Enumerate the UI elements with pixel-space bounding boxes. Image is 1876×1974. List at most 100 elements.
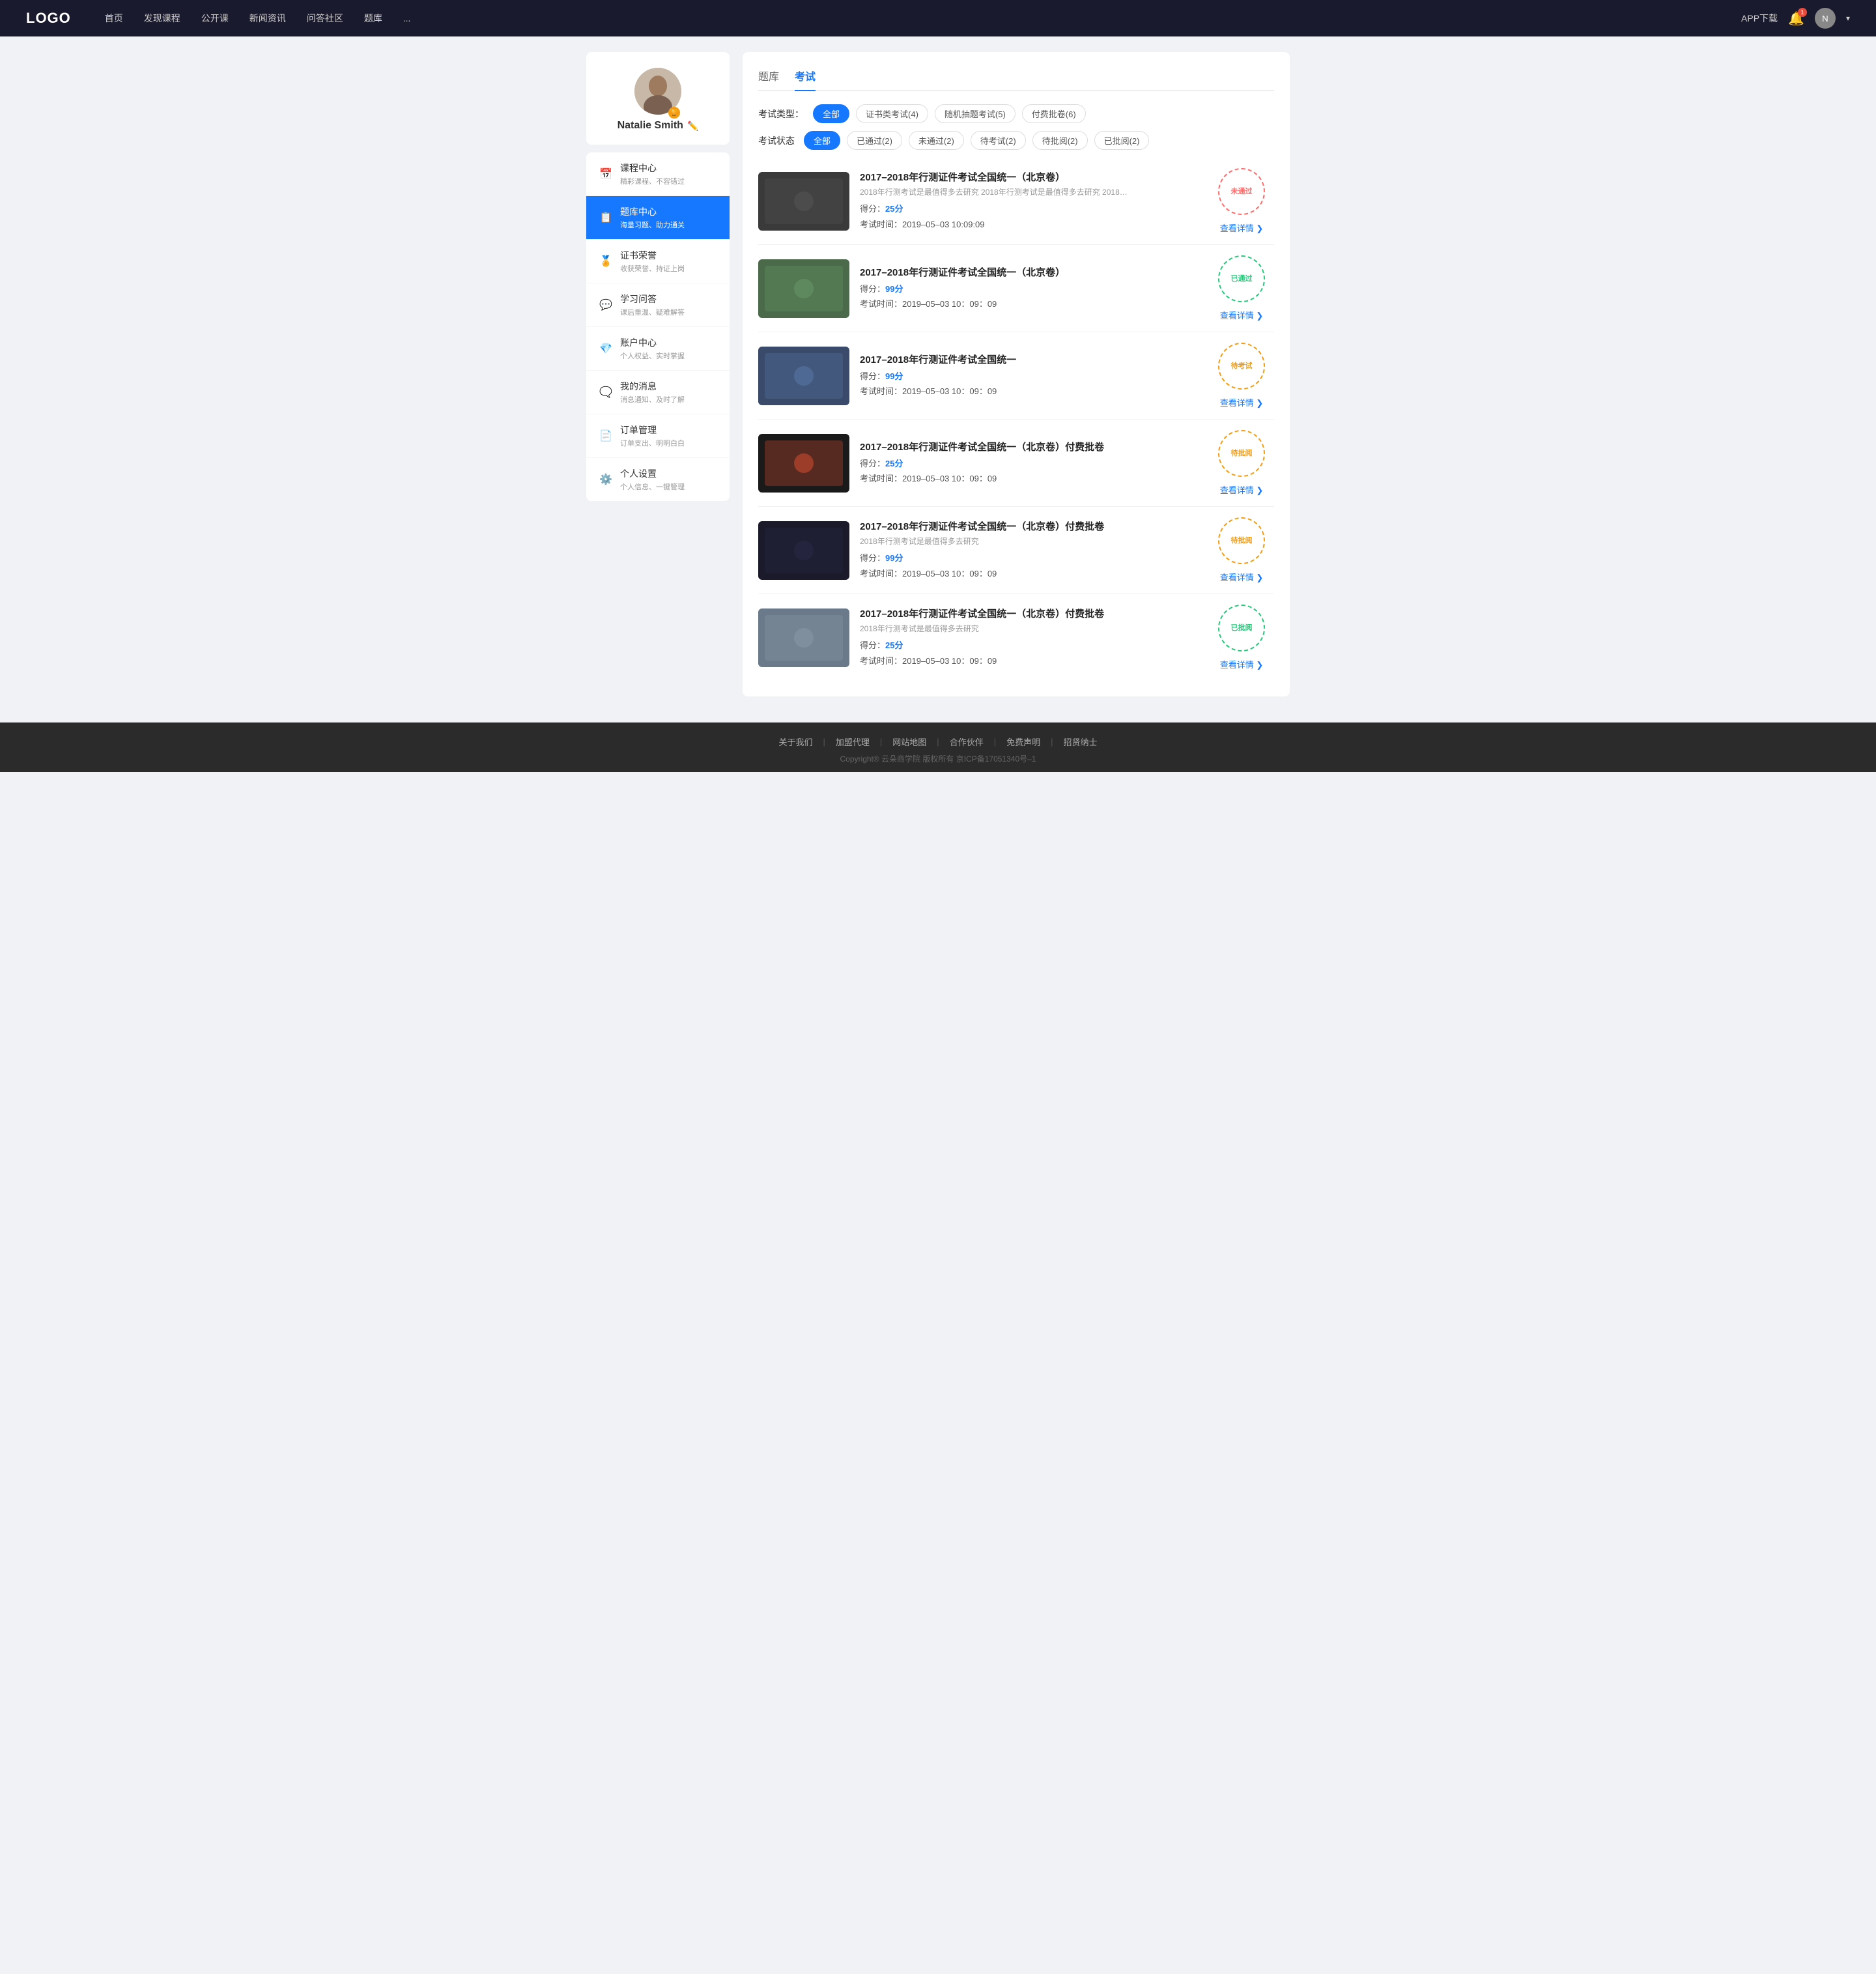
- nav-news[interactable]: 新闻资讯: [249, 12, 286, 25]
- sidebar-item-7[interactable]: ⚙️ 个人设置 个人信息、一键管理: [586, 458, 730, 501]
- notification-bell[interactable]: 🔔 1: [1788, 10, 1804, 27]
- sidebar-item-1[interactable]: 📋 题库中心 海量习题、助力通关: [586, 196, 730, 240]
- user-badge: 🏆: [668, 107, 680, 119]
- menu-sub-7: 个人信息、一键管理: [620, 481, 685, 492]
- nav-more[interactable]: ...: [403, 13, 411, 23]
- status-filter-4[interactable]: 待批阅(2): [1032, 131, 1088, 150]
- footer-link-5[interactable]: 招贤纳士: [1064, 736, 1098, 748]
- type-filter-2[interactable]: 随机抽题考试(5): [935, 104, 1016, 123]
- exam-info: 2017–2018年行测证件考试全国统一（北京卷） 得分：99分 考试时间：20…: [860, 265, 1199, 312]
- exam-detail-link[interactable]: 查看详情 ❯: [1220, 483, 1264, 496]
- sidebar-item-6[interactable]: 📄 订单管理 订单支出、明明白白: [586, 414, 730, 458]
- exam-list: 2017–2018年行测证件考试全国统一（北京卷） 2018年行测考试是最值得多…: [758, 158, 1274, 681]
- menu-sub-2: 收获荣誉、持证上岗: [620, 263, 685, 274]
- exam-stamp: 待批阅: [1218, 430, 1265, 477]
- footer-sep-0: |: [823, 737, 825, 747]
- menu-title-4: 账户中心: [620, 336, 685, 349]
- type-filter-0[interactable]: 全部: [813, 104, 849, 123]
- footer-link-1[interactable]: 加盟代理: [836, 736, 870, 748]
- exam-title: 2017–2018年行测证件考试全国统一（北京卷）付费批卷: [860, 440, 1199, 453]
- menu-title-2: 证书荣誉: [620, 249, 685, 262]
- user-menu-arrow[interactable]: ▾: [1846, 14, 1850, 23]
- menu-icon-1: 📋: [599, 211, 612, 224]
- exam-info: 2017–2018年行测证件考试全国统一（北京卷） 2018年行测考试是最值得多…: [860, 170, 1199, 232]
- logo: LOGO: [26, 10, 71, 27]
- exam-score-value: 99分: [885, 371, 903, 381]
- footer-link-2[interactable]: 网站地图: [892, 736, 926, 748]
- thumb-image: [758, 172, 849, 231]
- tab-考试[interactable]: 考试: [795, 68, 816, 90]
- app-download-button[interactable]: APP下载: [1741, 12, 1778, 25]
- nav-home[interactable]: 首页: [105, 12, 123, 25]
- navigation: LOGO 首页 发现课程 公开课 新闻资讯 问答社区 题库 ... APP下载 …: [0, 0, 1876, 36]
- exam-thumbnail: [758, 172, 849, 231]
- sidebar-item-5[interactable]: 🗨️ 我的消息 消息通知、及时了解: [586, 371, 730, 414]
- menu-sub-3: 课后重温、疑难解答: [620, 307, 685, 317]
- footer-sep-4: |: [1051, 737, 1053, 747]
- thumb-image: [758, 608, 849, 667]
- menu-icon-6: 📄: [599, 429, 612, 442]
- exam-score: 得分：25分: [860, 638, 1199, 653]
- thumb-image: [758, 434, 849, 493]
- nav-discover[interactable]: 发现课程: [144, 12, 180, 25]
- menu-sub-0: 精彩课程、不容错过: [620, 176, 685, 186]
- exam-score: 得分：99分: [860, 369, 1199, 384]
- exam-item-2: 2017–2018年行测证件考试全国统一（北京卷） 得分：99分 考试时间：20…: [758, 245, 1274, 332]
- menu-title-6: 订单管理: [620, 423, 685, 436]
- status-filter-2[interactable]: 未通过(2): [909, 131, 964, 150]
- footer-link-0[interactable]: 关于我们: [778, 736, 812, 748]
- type-filter-1[interactable]: 证书类考试(4): [856, 104, 928, 123]
- exam-desc: 2018年行测考试是最值得多去研究: [860, 623, 1133, 634]
- sidebar-item-3[interactable]: 💬 学习问答 课后重温、疑难解答: [586, 283, 730, 327]
- exam-score: 得分：99分: [860, 551, 1199, 565]
- exam-thumbnail: [758, 347, 849, 405]
- nav-qa[interactable]: 问答社区: [307, 12, 343, 25]
- exam-time: 考试时间：2019–05–03 10：09：09: [860, 566, 1199, 581]
- exam-detail-link[interactable]: 查看详情 ❯: [1220, 396, 1264, 408]
- exam-action: 待考试 查看详情 ❯: [1209, 343, 1274, 408]
- exam-detail-link[interactable]: 查看详情 ❯: [1220, 222, 1264, 234]
- copyright: Copyright® 云朵商学院 版权所有 京ICP备17051340号–1: [0, 753, 1876, 764]
- status-filter-0[interactable]: 全部: [804, 131, 840, 150]
- menu-icon-0: 📅: [599, 167, 612, 180]
- exam-info: 2017–2018年行测证件考试全国统一（北京卷）付费批卷 2018年行测考试是…: [860, 607, 1199, 668]
- exam-score: 得分：99分: [860, 281, 1199, 296]
- sidebar-item-2[interactable]: 🏅 证书荣誉 收获荣誉、持证上岗: [586, 240, 730, 283]
- menu-title-0: 课程中心: [620, 162, 685, 175]
- sidebar: 🏆 Natalie Smith ✏️ 📅 课程中心 精彩课程、不容错过 📋 题库…: [586, 52, 730, 696]
- footer-sep-2: |: [937, 737, 939, 747]
- exam-detail-link[interactable]: 查看详情 ❯: [1220, 571, 1264, 583]
- footer-link-3[interactable]: 合作伙伴: [950, 736, 984, 748]
- menu-sub-5: 消息通知、及时了解: [620, 394, 685, 405]
- exam-detail-link[interactable]: 查看详情 ❯: [1220, 658, 1264, 670]
- exam-stamp: 已批阅: [1218, 605, 1265, 651]
- status-filter-3[interactable]: 待考试(2): [971, 131, 1026, 150]
- type-filter-label: 考试类型：: [758, 107, 804, 121]
- nav-questionbank[interactable]: 题库: [364, 12, 382, 25]
- tab-题库[interactable]: 题库: [758, 68, 779, 90]
- status-filter-label: 考试状态: [758, 134, 795, 147]
- status-filter-1[interactable]: 已通过(2): [847, 131, 902, 150]
- menu-sub-4: 个人权益、实时掌握: [620, 350, 685, 361]
- footer-sep-3: |: [994, 737, 996, 747]
- footer-link-4[interactable]: 免费声明: [1006, 736, 1040, 748]
- exam-detail-link[interactable]: 查看详情 ❯: [1220, 309, 1264, 321]
- exam-time: 考试时间：2019–05–03 10：09：09: [860, 384, 1199, 399]
- exam-time: 考试时间：2019–05–03 10：09：09: [860, 653, 1199, 668]
- type-filter-row: 考试类型： 全部证书类考试(4) 随机抽题考试(5) 付费批卷(6): [758, 104, 1274, 123]
- exam-score: 得分：25分: [860, 456, 1199, 471]
- exam-action: 已通过 查看详情 ❯: [1209, 255, 1274, 321]
- edit-icon[interactable]: ✏️: [687, 121, 698, 132]
- nav-opencourse[interactable]: 公开课: [201, 12, 229, 25]
- type-filter-3[interactable]: 付费批卷(6): [1022, 104, 1086, 123]
- exam-desc: 2018年行测考试是最值得多去研究: [860, 536, 1133, 547]
- status-filter-5[interactable]: 已批阅(2): [1094, 131, 1150, 150]
- exam-title: 2017–2018年行测证件考试全国统一（北京卷）付费批卷: [860, 607, 1199, 620]
- sidebar-item-0[interactable]: 📅 课程中心 精彩课程、不容错过: [586, 152, 730, 196]
- thumb-image: [758, 521, 849, 580]
- exam-score-value: 25分: [885, 459, 903, 468]
- sidebar-item-4[interactable]: 💎 账户中心 个人权益、实时掌握: [586, 327, 730, 371]
- menu-icon-7: ⚙️: [599, 473, 612, 486]
- avatar[interactable]: N: [1815, 8, 1836, 29]
- notification-count: 1: [1798, 8, 1807, 17]
